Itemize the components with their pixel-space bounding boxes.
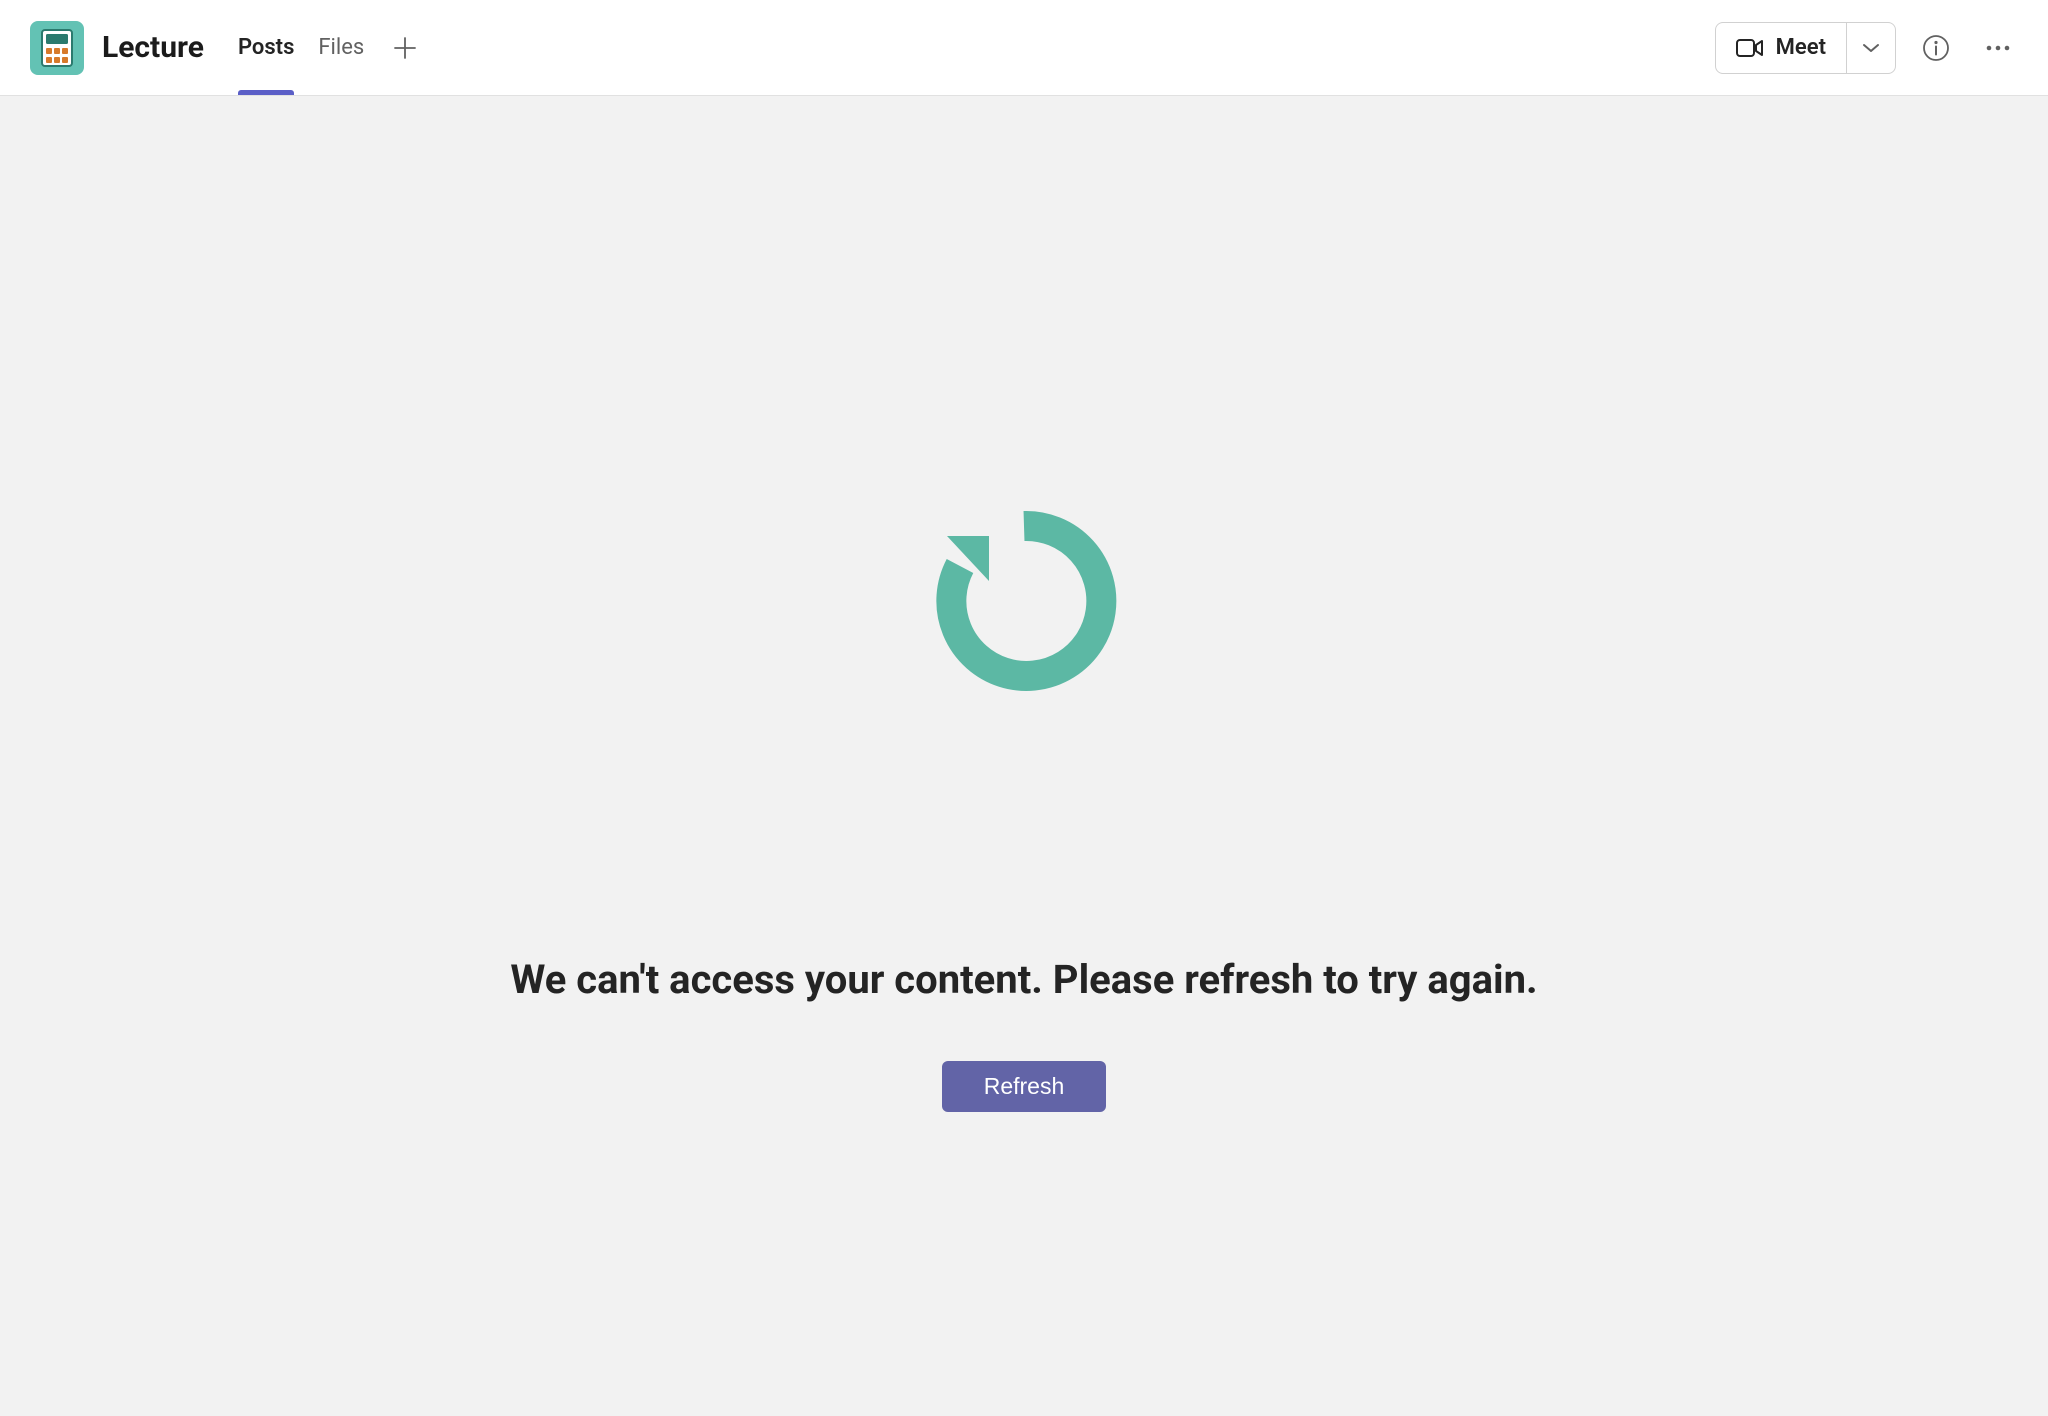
refresh-arrow-icon xyxy=(919,496,1129,706)
tab-posts[interactable]: Posts xyxy=(226,0,306,95)
meet-label: Meet xyxy=(1776,35,1826,60)
tab-label: Posts xyxy=(238,35,294,60)
more-button[interactable] xyxy=(1976,26,2020,70)
meet-button[interactable]: Meet xyxy=(1716,23,1847,73)
header: Lecture Posts Files Meet xyxy=(0,0,2048,96)
main-content: We can't access your content. Please ref… xyxy=(0,96,2048,1416)
tab-files[interactable]: Files xyxy=(306,0,376,95)
meet-dropdown-button[interactable] xyxy=(1847,23,1895,73)
error-message: We can't access your content. Please ref… xyxy=(510,956,1537,1003)
info-button[interactable] xyxy=(1914,26,1958,70)
meet-button-group: Meet xyxy=(1715,22,1896,74)
chevron-down-icon xyxy=(1862,42,1880,54)
tabs: Posts Files xyxy=(226,0,428,95)
refresh-button[interactable]: Refresh xyxy=(942,1061,1107,1112)
info-icon xyxy=(1922,34,1950,62)
video-icon xyxy=(1736,37,1764,59)
channel-icon xyxy=(30,21,84,75)
channel-title: Lecture xyxy=(102,30,204,65)
plus-icon xyxy=(392,35,418,61)
more-icon xyxy=(1985,44,2011,52)
refresh-illustration xyxy=(919,496,1129,706)
tab-label: Files xyxy=(318,35,364,60)
add-tab-button[interactable] xyxy=(382,0,428,95)
calculator-icon xyxy=(40,28,74,68)
